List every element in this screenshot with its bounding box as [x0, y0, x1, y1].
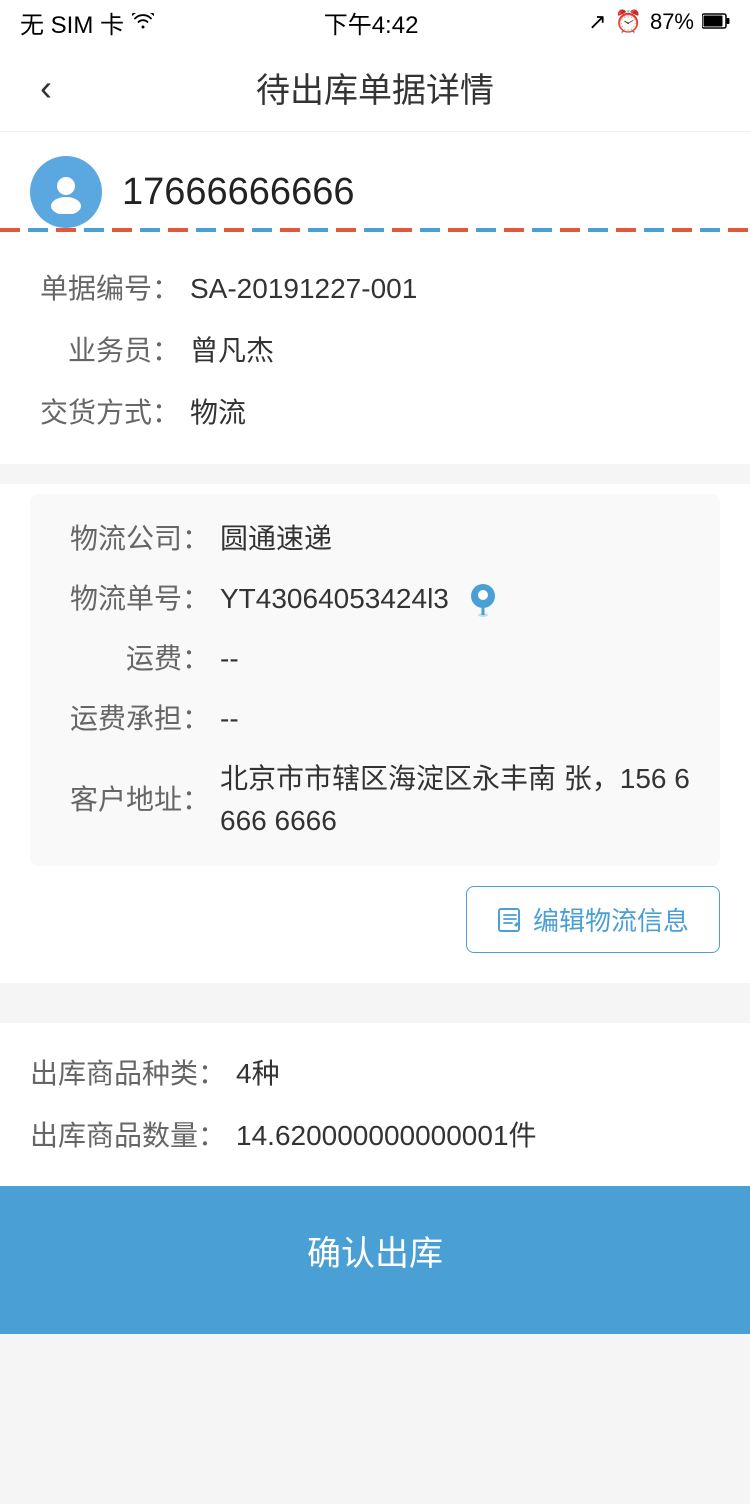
freight-bear-row: 运费承担： --	[60, 698, 690, 740]
address-row: 客户地址： 北京市市辖区海淀区永丰南 张，156 6666 6666	[60, 758, 690, 842]
goods-qty-value: 14.620000000000001件	[236, 1115, 720, 1157]
dashed-divider	[0, 228, 750, 238]
goods-type-label: 出库商品种类：	[30, 1053, 236, 1095]
location-pin-icon	[465, 581, 501, 617]
status-bar: 无 SIM 卡 下午4:42 ↗ ⏰ 87%	[0, 0, 750, 44]
battery-text: 87%	[650, 9, 694, 35]
nav-bar: ‹ 待出库单据详情	[0, 44, 750, 132]
logistics-section: 物流公司： 圆通速递 物流单号： YT43064053424l3 运费： -- …	[0, 484, 750, 983]
confirm-outbound-button[interactable]: 确认出库	[30, 1206, 720, 1294]
logistics-tracking-row: 物流单号： YT43064053424l3	[60, 578, 690, 620]
logistics-company-value: 圆通速递	[220, 518, 690, 560]
logistics-card: 物流公司： 圆通速递 物流单号： YT43064053424l3 运费： -- …	[30, 494, 720, 866]
phone-number: 17666666666	[122, 171, 354, 214]
battery-icon	[702, 9, 730, 35]
goods-qty-label: 出库商品数量：	[30, 1115, 236, 1157]
back-button[interactable]: ‹	[30, 57, 62, 119]
page-title: 待出库单据详情	[256, 63, 494, 112]
freight-bear-value: --	[220, 698, 690, 740]
status-right: ↗ ⏰ 87%	[588, 9, 730, 35]
staff-value: 曾凡杰	[190, 330, 720, 372]
delivery-label: 交货方式：	[30, 392, 190, 434]
address-label: 客户地址：	[60, 779, 220, 821]
doc-number-label: 单据编号：	[30, 268, 190, 310]
alarm-icon: ⏰	[615, 9, 642, 35]
bottom-spacer	[0, 1304, 750, 1504]
doc-number-value: SA-20191227-001	[190, 268, 720, 310]
edit-logistics-button[interactable]: 编辑物流信息	[466, 886, 720, 953]
staff-label: 业务员：	[30, 330, 190, 372]
wifi-icon	[132, 8, 154, 36]
goods-type-value: 4种	[236, 1053, 720, 1095]
logistics-company-label: 物流公司：	[60, 518, 220, 560]
delivery-value: 物流	[190, 392, 720, 434]
avatar	[30, 156, 102, 228]
logistics-company-row: 物流公司： 圆通速递	[60, 518, 690, 560]
location-icon: ↗	[588, 9, 606, 35]
logistics-tracking-label: 物流单号：	[60, 578, 220, 620]
freight-row: 运费： --	[60, 638, 690, 680]
logistics-tracking-value: YT43064053424l3	[220, 578, 690, 620]
address-value: 北京市市辖区海淀区永丰南 张，156 6666 6666	[220, 758, 690, 842]
document-info-card: 单据编号： SA-20191227-001 业务员： 曾凡杰 交货方式： 物流	[0, 238, 750, 464]
sim-text: 无 SIM 卡	[20, 5, 124, 40]
edit-button-area: 编辑物流信息	[30, 886, 720, 953]
freight-value: --	[220, 638, 690, 680]
freight-label: 运费：	[60, 638, 220, 680]
goods-qty-row: 出库商品数量： 14.620000000000001件	[30, 1115, 720, 1157]
goods-type-row: 出库商品种类： 4种	[30, 1053, 720, 1095]
edit-icon	[497, 907, 523, 933]
phone-header: 17666666666	[0, 132, 750, 228]
delivery-row: 交货方式： 物流	[30, 392, 720, 434]
section-divider	[0, 1003, 750, 1023]
status-time: 下午4:42	[324, 5, 419, 40]
confirm-button-area: 确认出库	[0, 1186, 750, 1334]
staff-row: 业务员： 曾凡杰	[30, 330, 720, 372]
status-left: 无 SIM 卡	[20, 5, 154, 40]
freight-bear-label: 运费承担：	[60, 698, 220, 740]
doc-number-row: 单据编号： SA-20191227-001	[30, 268, 720, 310]
